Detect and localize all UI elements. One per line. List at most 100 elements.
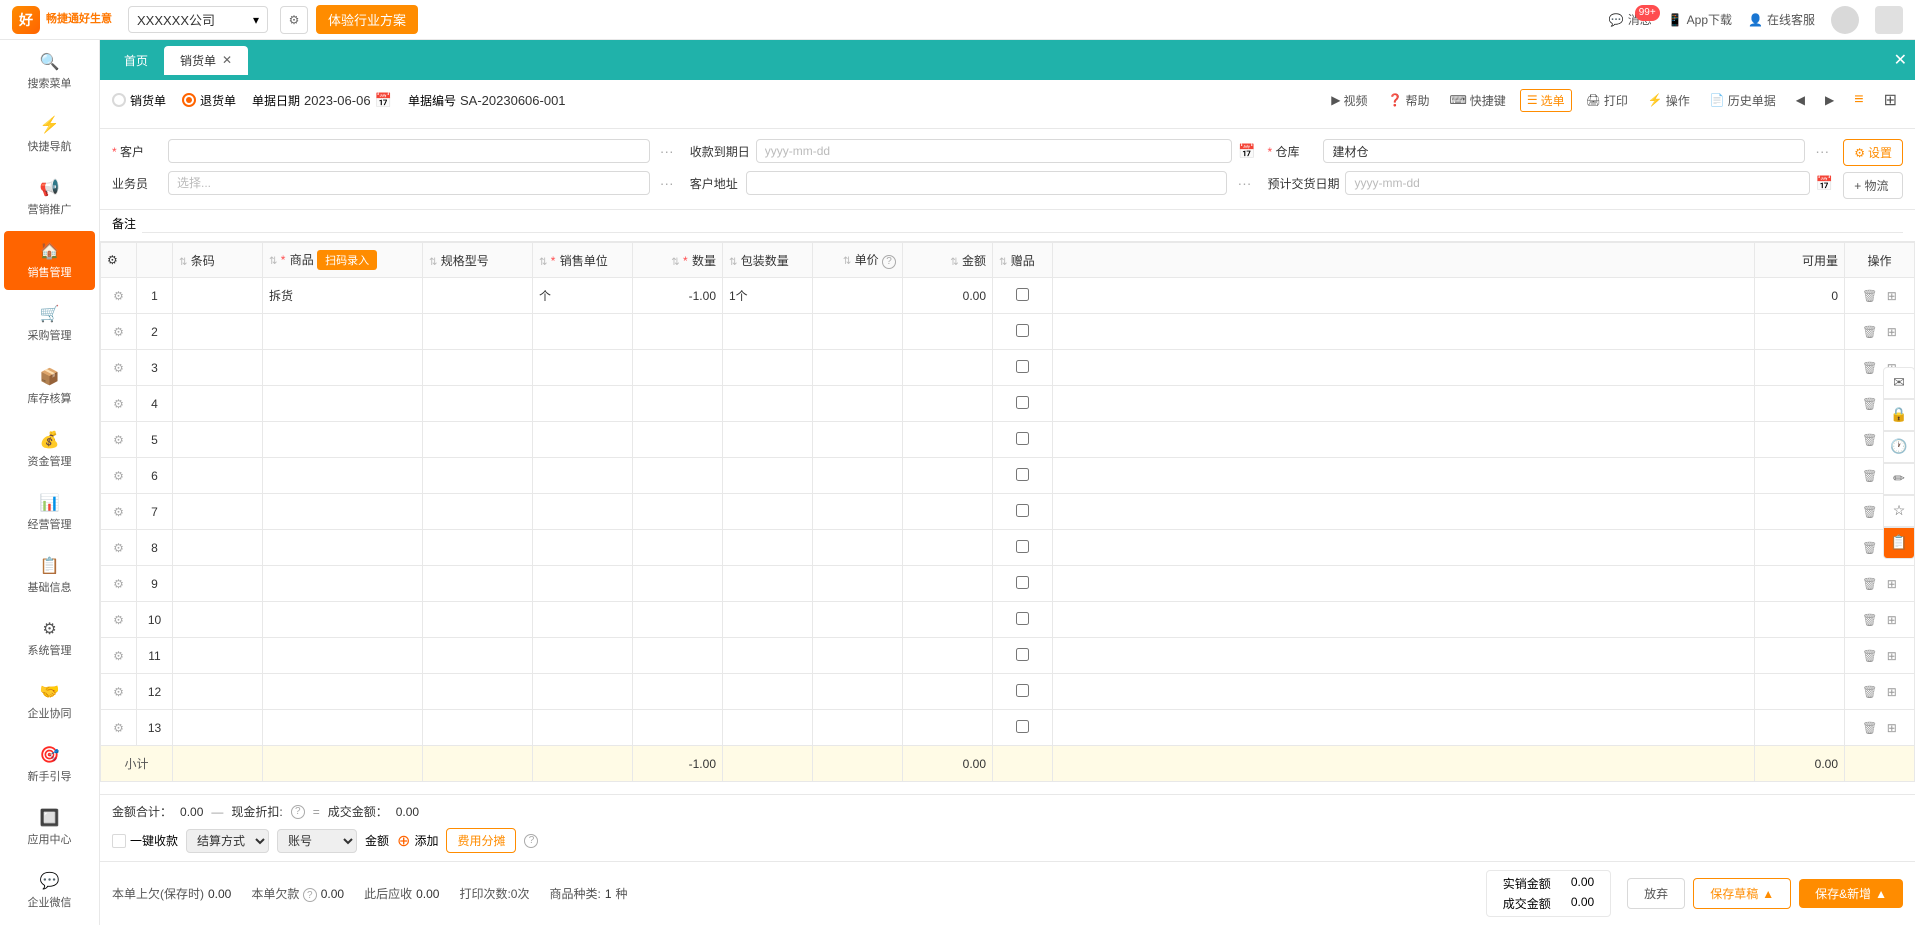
save-draft-button[interactable]: 保存草稿 ▲ <box>1693 878 1791 909</box>
delete-icon[interactable]: 🗑 <box>1862 505 1877 519</box>
row-barcode[interactable] <box>173 494 263 530</box>
delete-icon[interactable]: 🗑 <box>1862 541 1877 555</box>
row-qty[interactable] <box>633 710 723 746</box>
scan-button[interactable]: 扫码录入 <box>317 250 377 270</box>
row-qty[interactable] <box>633 566 723 602</box>
copy-icon[interactable]: ⊞ <box>1887 721 1897 735</box>
gift-checkbox[interactable] <box>1016 612 1029 625</box>
row-amount[interactable] <box>903 638 993 674</box>
date-value[interactable]: 2023-06-06 <box>304 93 371 108</box>
warehouse-ellipsis[interactable]: ··· <box>1811 143 1833 159</box>
settings-button[interactable]: ⚙ 设置 <box>1843 139 1903 166</box>
gift-checkbox[interactable] <box>1016 324 1029 337</box>
sidebar-item-inventory[interactable]: 📦 库存核算 <box>4 357 95 416</box>
row-gift[interactable] <box>993 422 1053 458</box>
row-pkg-qty[interactable] <box>723 386 813 422</box>
row-price[interactable] <box>813 638 903 674</box>
copy-icon[interactable]: ⊞ <box>1887 649 1897 663</box>
row-barcode[interactable] <box>173 638 263 674</box>
row-amount[interactable] <box>903 674 993 710</box>
row-product[interactable] <box>263 530 423 566</box>
row-price[interactable] <box>813 350 903 386</box>
row-gift[interactable] <box>993 566 1053 602</box>
row-gift[interactable] <box>993 674 1053 710</box>
delete-icon[interactable]: 🗑 <box>1862 325 1877 339</box>
sort-product-icon[interactable]: ⇅ <box>269 256 277 267</box>
sidebar-item-marketing[interactable]: 📢 营销推广 <box>4 168 95 227</box>
row-barcode[interactable] <box>173 710 263 746</box>
row-amount[interactable] <box>903 530 993 566</box>
one-click-checkbox[interactable] <box>112 834 126 848</box>
gift-checkbox[interactable] <box>1016 540 1029 553</box>
prev-button[interactable]: ◀ <box>1790 91 1811 109</box>
row-unit[interactable] <box>533 494 633 530</box>
fee-split-info-icon[interactable]: ? <box>524 834 538 848</box>
row-barcode[interactable] <box>173 422 263 458</box>
delete-icon[interactable]: 🗑 <box>1862 685 1877 699</box>
sidebar-item-basic[interactable]: 📋 基础信息 <box>4 546 95 605</box>
row-amount[interactable] <box>903 602 993 638</box>
row-price[interactable] <box>813 314 903 350</box>
row-price[interactable] <box>813 278 903 314</box>
company-selector[interactable]: XXXXXX公司 ▾ <box>128 6 268 33</box>
tab-bar-close-all[interactable]: ✕ <box>1894 50 1907 70</box>
expected-date-input[interactable] <box>1345 171 1809 195</box>
row-qty[interactable] <box>633 314 723 350</box>
row-spec[interactable] <box>423 458 533 494</box>
row-pkg-qty[interactable] <box>723 530 813 566</box>
copy-icon[interactable]: ⊞ <box>1887 613 1897 627</box>
row-settings[interactable]: ⚙ <box>101 566 137 602</box>
delete-icon[interactable]: 🗑 <box>1862 649 1877 663</box>
row-pkg-qty[interactable]: 1个 <box>723 278 813 314</box>
row-barcode[interactable] <box>173 530 263 566</box>
row-pkg-qty[interactable] <box>723 422 813 458</box>
row-product[interactable] <box>263 674 423 710</box>
sort-spec-icon[interactable]: ⇅ <box>429 257 437 268</box>
customer-addr-input[interactable] <box>746 171 1228 195</box>
sidebar-item-purchase[interactable]: 🛒 采购管理 <box>4 294 95 353</box>
row-unit[interactable] <box>533 458 633 494</box>
overdue-info-icon[interactable]: ? <box>303 888 317 902</box>
row-settings[interactable]: ⚙ <box>101 422 137 458</box>
next-button[interactable]: ▶ <box>1819 91 1840 109</box>
sidebar-item-collab[interactable]: 🤝 企业协同 <box>4 672 95 731</box>
row-barcode[interactable] <box>173 350 263 386</box>
help-button[interactable]: ❓ 帮助 <box>1382 90 1436 111</box>
row-spec[interactable] <box>423 602 533 638</box>
row-settings[interactable]: ⚙ <box>101 674 137 710</box>
row-spec[interactable] <box>423 386 533 422</box>
warehouse-input[interactable] <box>1323 139 1805 163</box>
row-price[interactable] <box>813 494 903 530</box>
due-date-calendar-icon[interactable]: 📅 <box>1238 143 1255 160</box>
row-product[interactable] <box>263 602 423 638</box>
row-settings[interactable]: ⚙ <box>101 278 137 314</box>
online-service-button[interactable]: 👤 在线客服 <box>1748 11 1815 28</box>
sidebar-item-quicknav[interactable]: ⚡ 快捷导航 <box>4 105 95 164</box>
row-settings[interactable]: ⚙ <box>101 638 137 674</box>
gift-checkbox[interactable] <box>1016 360 1029 373</box>
gift-checkbox[interactable] <box>1016 396 1029 409</box>
sidebar-item-apps[interactable]: 🔲 应用中心 <box>4 798 95 857</box>
print-button[interactable]: 🖨 打印 <box>1580 90 1634 111</box>
row-settings[interactable]: ⚙ <box>101 602 137 638</box>
row-amount[interactable] <box>903 710 993 746</box>
row-unit[interactable] <box>533 710 633 746</box>
sort-price-icon[interactable]: ⇅ <box>843 256 851 267</box>
sort-unit-icon[interactable]: ⇅ <box>539 257 547 268</box>
row-gift[interactable] <box>993 638 1053 674</box>
row-unit[interactable] <box>533 638 633 674</box>
row-product[interactable] <box>263 494 423 530</box>
tab-close-icon[interactable]: ✕ <box>222 54 232 66</box>
view2-button[interactable]: ⊞ <box>1878 88 1903 112</box>
delete-icon[interactable]: 🗑 <box>1862 397 1877 411</box>
sort-amount-icon[interactable]: ⇅ <box>950 257 958 268</box>
row-product[interactable] <box>263 458 423 494</box>
row-qty[interactable] <box>633 386 723 422</box>
tab-sales-order[interactable]: 销货单 ✕ <box>164 46 248 75</box>
gift-checkbox[interactable] <box>1016 648 1029 661</box>
row-gift[interactable] <box>993 386 1053 422</box>
row-product[interactable] <box>263 386 423 422</box>
expected-date-calendar-icon[interactable]: 📅 <box>1816 175 1833 192</box>
row-barcode[interactable] <box>173 458 263 494</box>
delete-icon[interactable]: 🗑 <box>1862 469 1877 483</box>
